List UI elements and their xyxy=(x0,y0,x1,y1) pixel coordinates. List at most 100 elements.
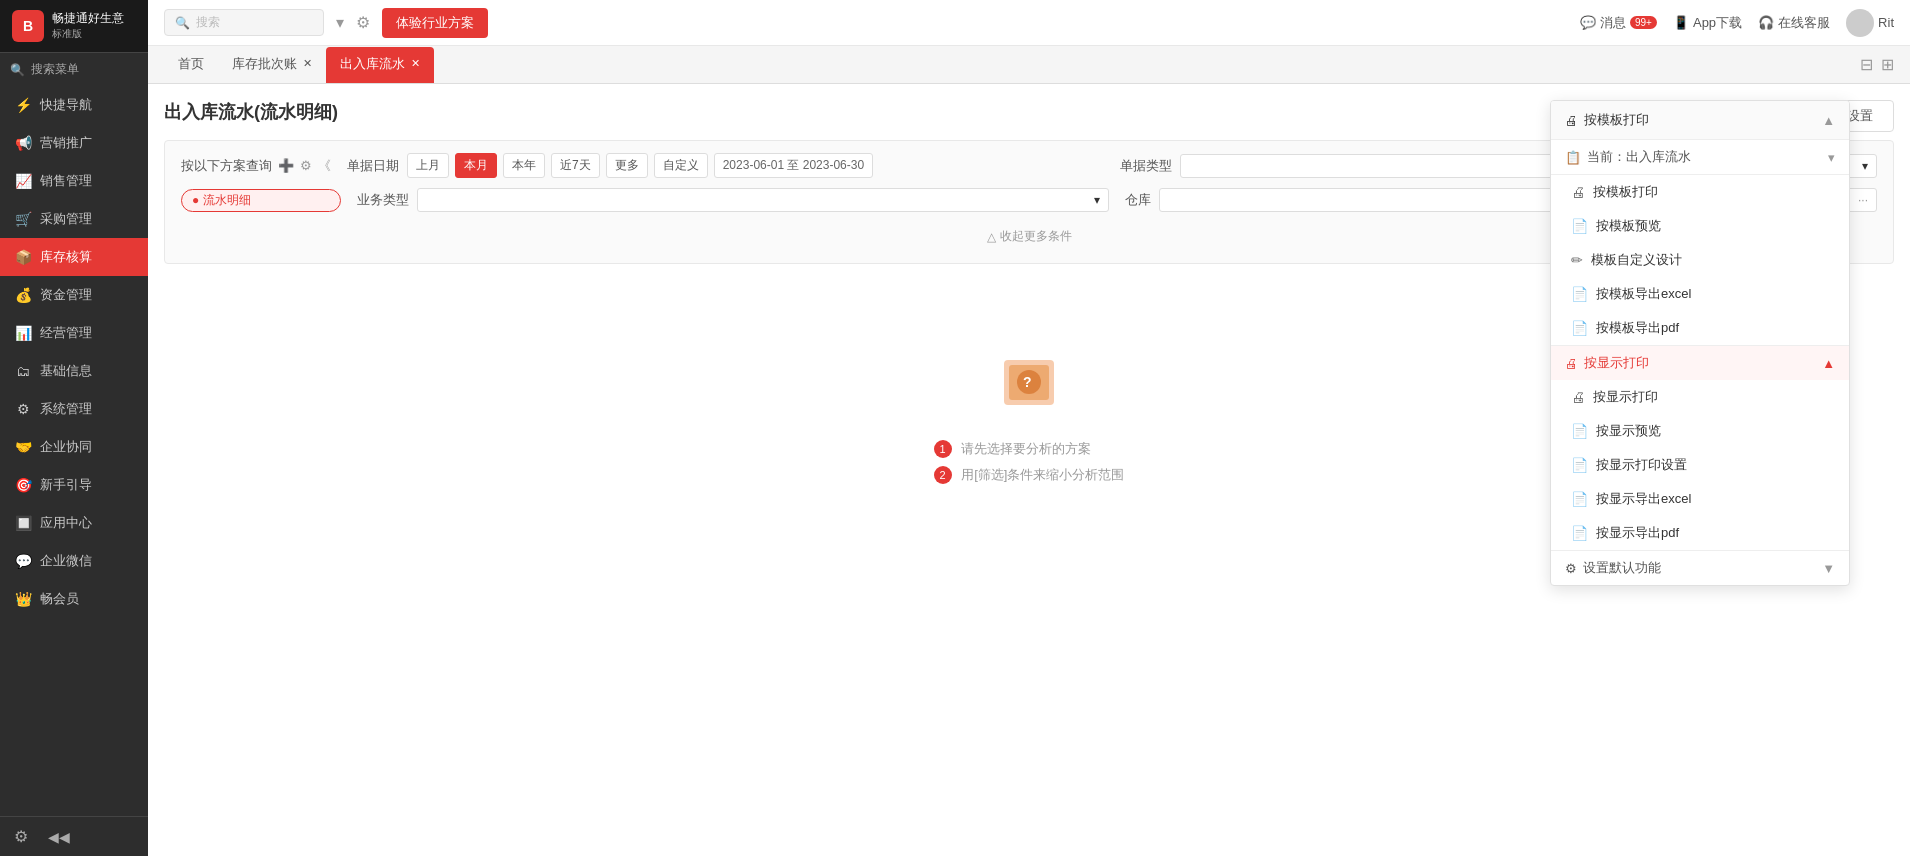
sidebar-item-label: 系统管理 xyxy=(40,400,92,418)
sidebar-item-quick-nav[interactable]: ⚡ 快捷导航 xyxy=(0,86,148,124)
template-customize-label: 模板自定义设计 xyxy=(1591,251,1682,269)
sidebar-collapse-icon[interactable]: ◀◀ xyxy=(48,829,70,845)
template-export-pdf-item[interactable]: 📄 按模板导出pdf xyxy=(1551,311,1849,345)
warehouse-more[interactable]: ··· xyxy=(1858,193,1868,207)
template-print-section: 🖨 按模板打印 📄 按模板预览 ✏ 模板自定义设计 📄 按模板导出excel 📄 xyxy=(1551,175,1849,346)
wechat-icon: 💬 xyxy=(14,553,32,569)
operation-icon: 📊 xyxy=(14,325,32,341)
date-label: 单据日期 xyxy=(347,157,399,175)
template-export-excel-item[interactable]: 📄 按模板导出excel xyxy=(1551,277,1849,311)
date-btn-custom[interactable]: 自定义 xyxy=(654,153,708,178)
display-print-settings-item[interactable]: 📄 按显示打印设置 xyxy=(1551,448,1849,482)
filter-label: 按以下方案查询 ➕ ⚙ 《 xyxy=(181,157,331,175)
sidebar-item-system[interactable]: ⚙ 系统管理 xyxy=(0,390,148,428)
tab-minimize-icon[interactable]: ⊟ xyxy=(1860,55,1873,74)
biz-type-filter: 业务类型 ▾ xyxy=(357,188,1109,212)
settings-filter-icon[interactable]: ⚙ xyxy=(300,158,312,173)
avatar xyxy=(1846,9,1874,37)
step-1: 1 请先选择要分析的方案 xyxy=(934,436,1125,462)
warehouse-label: 仓库 xyxy=(1125,191,1151,209)
dropdown-footer[interactable]: ⚙ 设置默认功能 ▼ xyxy=(1551,551,1849,585)
sidebar-item-marketing[interactable]: 📢 营销推广 xyxy=(0,124,148,162)
template-preview-item[interactable]: 📄 按模板预览 xyxy=(1551,209,1849,243)
online-service-btn[interactable]: 🎧 在线客服 xyxy=(1758,14,1830,32)
topbar-dropdown-icon[interactable]: ▾ xyxy=(336,13,344,32)
sidebar-item-label: 营销推广 xyxy=(40,134,92,152)
collapse-icon: △ xyxy=(987,230,996,244)
template-customize-item[interactable]: ✏ 模板自定义设计 xyxy=(1551,243,1849,277)
display-print-section-label: 按显示打印 xyxy=(1584,354,1649,372)
topbar-search-text: 搜索 xyxy=(196,14,220,31)
collapse-label: 收起更多条件 xyxy=(1000,228,1072,245)
display-export-excel-label: 按显示导出excel xyxy=(1596,490,1691,508)
display-print-section: 🖨 按显示打印 ▲ 🖨 按显示打印 📄 按显示预览 📄 按显示打印设置 xyxy=(1551,346,1849,551)
tab-batch-account-label: 库存批次账 xyxy=(232,55,297,73)
collapse-filter-icon[interactable]: 《 xyxy=(318,157,331,175)
sidebar-item-base[interactable]: 🗂 基础信息 xyxy=(0,352,148,390)
system-icon: ⚙ xyxy=(14,401,32,417)
display-print-section-header[interactable]: 🖨 按显示打印 ▲ xyxy=(1551,346,1849,380)
tab-inout-flow[interactable]: 出入库流水 ✕ xyxy=(326,47,434,83)
step-2-text: 用[筛选]条件来缩小分析范围 xyxy=(961,467,1124,482)
topbar-search[interactable]: 🔍 搜索 xyxy=(164,9,324,36)
filter-tag-area: ● 流水明细 xyxy=(181,189,341,212)
user-name: Rit xyxy=(1878,15,1894,30)
date-btn-this-month[interactable]: 本月 xyxy=(455,153,497,178)
sidebar-item-wechat[interactable]: 💬 企业微信 xyxy=(0,542,148,580)
quick-nav-icon: ⚡ xyxy=(14,97,32,113)
biz-type-select[interactable]: ▾ xyxy=(417,188,1109,212)
sidebar-item-label: 经营管理 xyxy=(40,324,92,342)
display-export-pdf-label: 按显示导出pdf xyxy=(1596,524,1679,542)
current-template-chevron[interactable]: ▾ xyxy=(1828,150,1835,165)
tab-inout-flow-label: 出入库流水 xyxy=(340,55,405,73)
date-btn-more[interactable]: 更多 xyxy=(606,153,648,178)
industry-btn[interactable]: 体验行业方案 xyxy=(382,8,488,38)
date-buttons: 上月 本月 本年 近7天 更多 自定义 2023-06-01 至 2023-06… xyxy=(407,153,873,178)
sidebar-item-finance[interactable]: 💰 资金管理 xyxy=(0,276,148,314)
filter-tag: ● 流水明细 xyxy=(181,189,341,212)
sidebar-item-enterprise[interactable]: 🤝 企业协同 xyxy=(0,428,148,466)
date-range[interactable]: 2023-06-01 至 2023-06-30 xyxy=(714,153,873,178)
display-preview-item[interactable]: 📄 按显示预览 xyxy=(1551,414,1849,448)
tab-batch-account-close[interactable]: ✕ xyxy=(303,57,312,70)
display-export-excel-item[interactable]: 📄 按显示导出excel xyxy=(1551,482,1849,516)
logo-tag: 标准版 xyxy=(52,27,124,41)
member-icon: 👑 xyxy=(14,591,32,607)
topbar-settings-icon[interactable]: ⚙ xyxy=(356,13,370,32)
display-preview-label: 按显示预览 xyxy=(1596,422,1661,440)
date-btn-this-year[interactable]: 本年 xyxy=(503,153,545,178)
svg-text:?: ? xyxy=(1023,374,1032,390)
sidebar-item-app-center[interactable]: 🔲 应用中心 xyxy=(0,504,148,542)
sidebar-search[interactable]: 🔍 搜索菜单 xyxy=(0,53,148,86)
headset-icon: 🎧 xyxy=(1758,15,1774,30)
display-section-chevron: ▲ xyxy=(1822,356,1835,371)
message-btn[interactable]: 💬 消息 99+ xyxy=(1580,14,1657,32)
sidebar-item-inventory[interactable]: 📦 库存核算 xyxy=(0,238,148,276)
sidebar-item-member[interactable]: 👑 畅会员 xyxy=(0,580,148,618)
dropdown-chevron[interactable]: ▲ xyxy=(1822,113,1835,128)
sidebar-item-purchase[interactable]: 🛒 采购管理 xyxy=(0,200,148,238)
template-print-item[interactable]: 🖨 按模板打印 xyxy=(1551,175,1849,209)
tab-inout-flow-close[interactable]: ✕ xyxy=(411,57,420,70)
sidebar: B 畅捷通好生意 标准版 🔍 搜索菜单 ⚡ 快捷导航 📢 营销推广 📈 销售管理… xyxy=(0,0,148,856)
add-filter-icon[interactable]: ➕ xyxy=(278,158,294,173)
date-btn-7days[interactable]: 近7天 xyxy=(551,153,600,178)
sidebar-item-operation[interactable]: 📊 经营管理 xyxy=(0,314,148,352)
user-avatar-btn[interactable]: Rit xyxy=(1846,9,1894,37)
search-label: 搜索菜单 xyxy=(31,61,79,78)
sidebar-item-label: 资金管理 xyxy=(40,286,92,304)
display-print-item[interactable]: 🖨 按显示打印 xyxy=(1551,380,1849,414)
template-customize-icon: ✏ xyxy=(1571,252,1583,268)
base-icon: 🗂 xyxy=(14,363,32,379)
app-download-btn[interactable]: 📱 App下载 xyxy=(1673,14,1742,32)
sidebar-item-label: 企业协同 xyxy=(40,438,92,456)
tab-maximize-icon[interactable]: ⊞ xyxy=(1881,55,1894,74)
tab-home[interactable]: 首页 xyxy=(164,47,218,83)
sidebar-item-sales[interactable]: 📈 销售管理 xyxy=(0,162,148,200)
tab-batch-account[interactable]: 库存批次账 ✕ xyxy=(218,47,326,83)
display-export-pdf-item[interactable]: 📄 按显示导出pdf xyxy=(1551,516,1849,550)
sidebar-settings-icon[interactable]: ⚙ xyxy=(14,827,28,846)
sidebar-item-guide[interactable]: 🎯 新手引导 xyxy=(0,466,148,504)
date-range-text: 2023-06-01 至 2023-06-30 xyxy=(723,157,864,174)
date-btn-last-month[interactable]: 上月 xyxy=(407,153,449,178)
